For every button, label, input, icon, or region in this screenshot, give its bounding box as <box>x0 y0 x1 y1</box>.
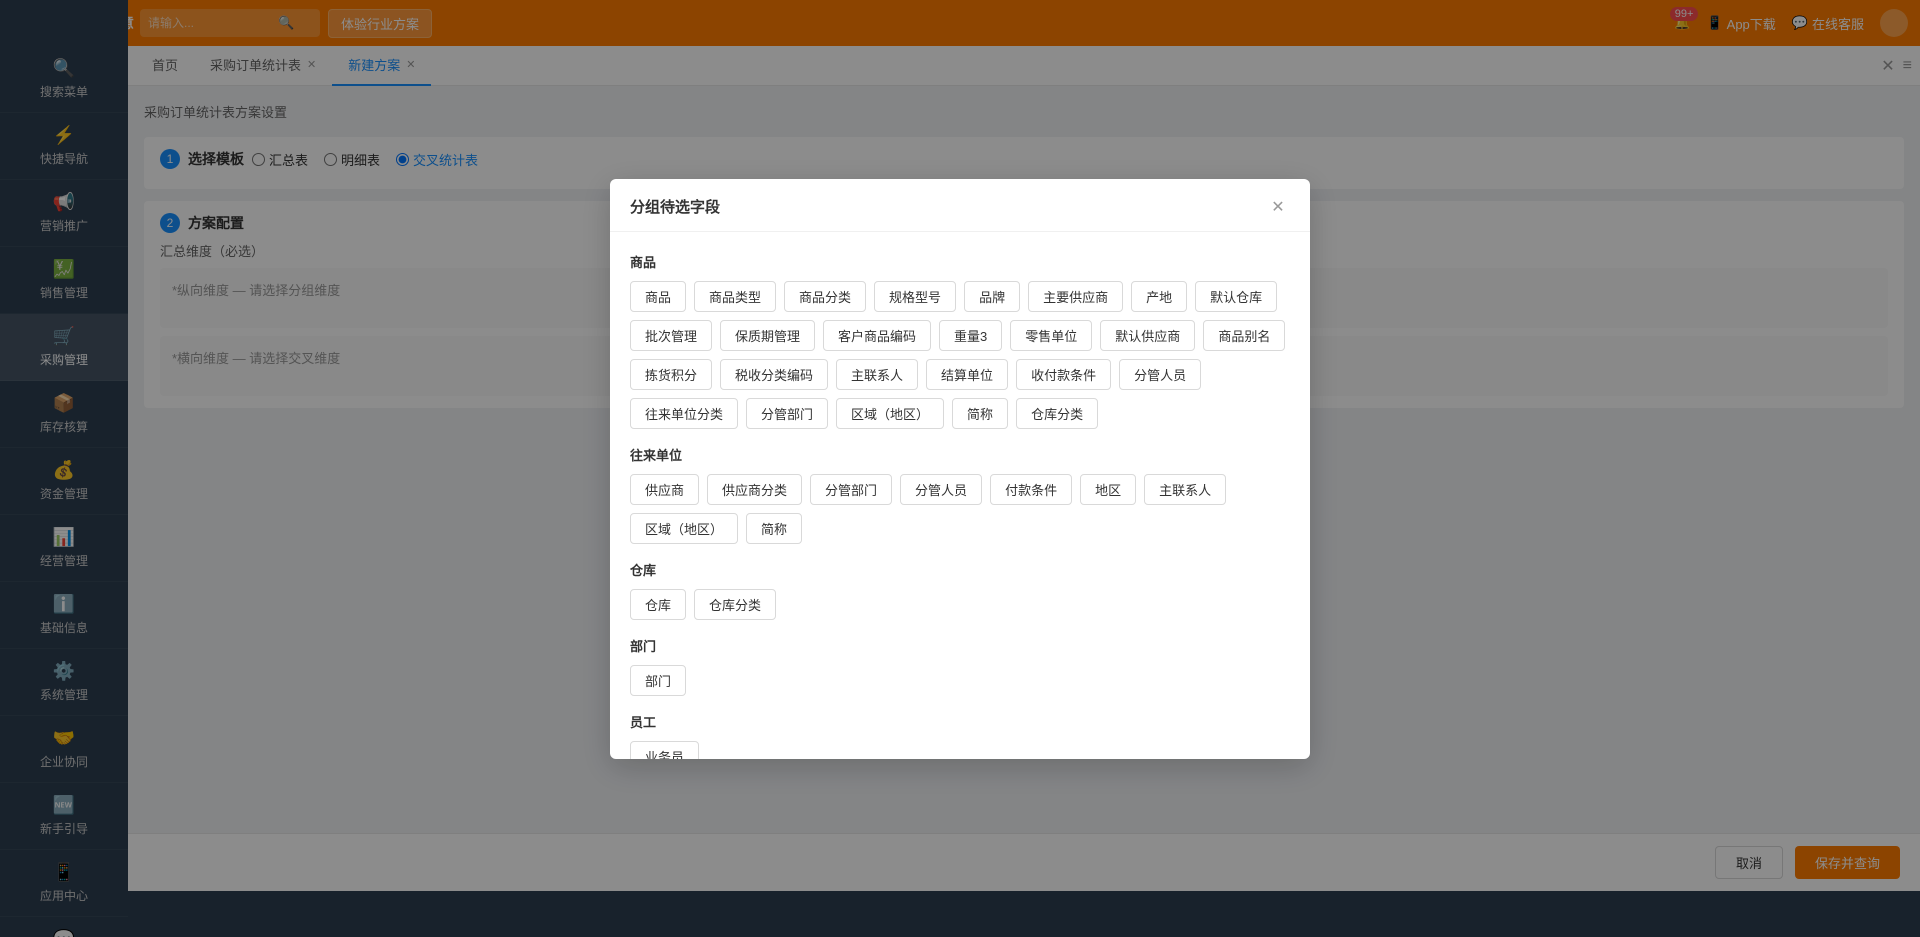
field-tag-1-6[interactable]: 主联系人 <box>1144 474 1226 505</box>
modal-dialog: 分组待选字段 ✕ 商品商品商品类型商品分类规格型号品牌主要供应商产地默认仓库批次… <box>610 179 1310 759</box>
field-tag-1-7[interactable]: 区域（地区） <box>630 513 738 544</box>
field-tag-0-20[interactable]: 分管人员 <box>1119 359 1201 390</box>
modal-title: 分组待选字段 <box>630 196 720 217</box>
modal-overlay: 分组待选字段 ✕ 商品商品商品类型商品分类规格型号品牌主要供应商产地默认仓库批次… <box>0 0 1920 937</box>
field-tag-0-2[interactable]: 商品分类 <box>784 281 866 312</box>
field-tag-0-18[interactable]: 结算单位 <box>926 359 1008 390</box>
section-title-1: 往来单位 <box>630 445 1290 464</box>
field-grid-1: 供应商供应商分类分管部门分管人员付款条件地区主联系人区域（地区） 简称 <box>630 474 1290 544</box>
field-tag-0-11[interactable]: 重量3 <box>939 320 1002 351</box>
field-tag-2-0[interactable]: 仓库 <box>630 589 686 620</box>
field-tag-0-10[interactable]: 客户商品编码 <box>823 320 931 351</box>
field-tag-0-6[interactable]: 产地 <box>1131 281 1187 312</box>
field-tag-0-7[interactable]: 默认仓库 <box>1195 281 1277 312</box>
field-tag-0-25[interactable]: 仓库分类 <box>1016 398 1098 429</box>
section-title-3: 部门 <box>630 636 1290 655</box>
field-tag-0-23[interactable]: 区域（地区） <box>836 398 944 429</box>
field-tag-0-5[interactable]: 主要供应商 <box>1028 281 1123 312</box>
field-tag-0-24[interactable]: 简称 <box>952 398 1008 429</box>
field-tag-0-15[interactable]: 拣货积分 <box>630 359 712 390</box>
field-tag-1-1[interactable]: 供应商分类 <box>707 474 802 505</box>
field-grid-4: 业务员 <box>630 741 1290 759</box>
field-tag-0-21[interactable]: 往来单位分类 <box>630 398 738 429</box>
field-tag-2-1[interactable]: 仓库分类 <box>694 589 776 620</box>
field-tag-0-14[interactable]: 商品别名 <box>1203 320 1285 351</box>
field-tag-0-1[interactable]: 商品类型 <box>694 281 776 312</box>
field-tag-0-9[interactable]: 保质期管理 <box>720 320 815 351</box>
field-tag-0-12[interactable]: 零售单位 <box>1010 320 1092 351</box>
field-tag-0-19[interactable]: 收付款条件 <box>1016 359 1111 390</box>
field-tag-0-17[interactable]: 主联系人 <box>836 359 918 390</box>
field-tag-1-3[interactable]: 分管人员 <box>900 474 982 505</box>
section-title-0: 商品 <box>630 252 1290 271</box>
field-grid-3: 部门 <box>630 665 1290 696</box>
field-tag-1-5[interactable]: 地区 <box>1080 474 1136 505</box>
field-tag-0-4[interactable]: 品牌 <box>964 281 1020 312</box>
section-title-4: 员工 <box>630 712 1290 731</box>
field-tag-0-0[interactable]: 商品 <box>630 281 686 312</box>
field-tag-1-0[interactable]: 供应商 <box>630 474 699 505</box>
field-tag-0-16[interactable]: 税收分类编码 <box>720 359 828 390</box>
field-tag-1-2[interactable]: 分管部门 <box>810 474 892 505</box>
field-tag-0-22[interactable]: 分管部门 <box>746 398 828 429</box>
section-title-2: 仓库 <box>630 560 1290 579</box>
modal-header: 分组待选字段 ✕ <box>610 179 1310 232</box>
modal-close-button[interactable]: ✕ <box>1266 195 1290 219</box>
field-tag-3-0[interactable]: 部门 <box>630 665 686 696</box>
field-tag-1-4[interactable]: 付款条件 <box>990 474 1072 505</box>
field-tag-0-13[interactable]: 默认供应商 <box>1100 320 1195 351</box>
field-grid-0: 商品商品类型商品分类规格型号品牌主要供应商产地默认仓库批次管理保质期管理客户商品… <box>630 281 1290 429</box>
field-tag-0-3[interactable]: 规格型号 <box>874 281 956 312</box>
modal-body[interactable]: 商品商品商品类型商品分类规格型号品牌主要供应商产地默认仓库批次管理保质期管理客户… <box>610 232 1310 759</box>
field-tag-0-8[interactable]: 批次管理 <box>630 320 712 351</box>
field-tag-1-8[interactable]: 简称 <box>746 513 802 544</box>
field-tag-4-0[interactable]: 业务员 <box>630 741 699 759</box>
field-grid-2: 仓库仓库分类 <box>630 589 1290 620</box>
